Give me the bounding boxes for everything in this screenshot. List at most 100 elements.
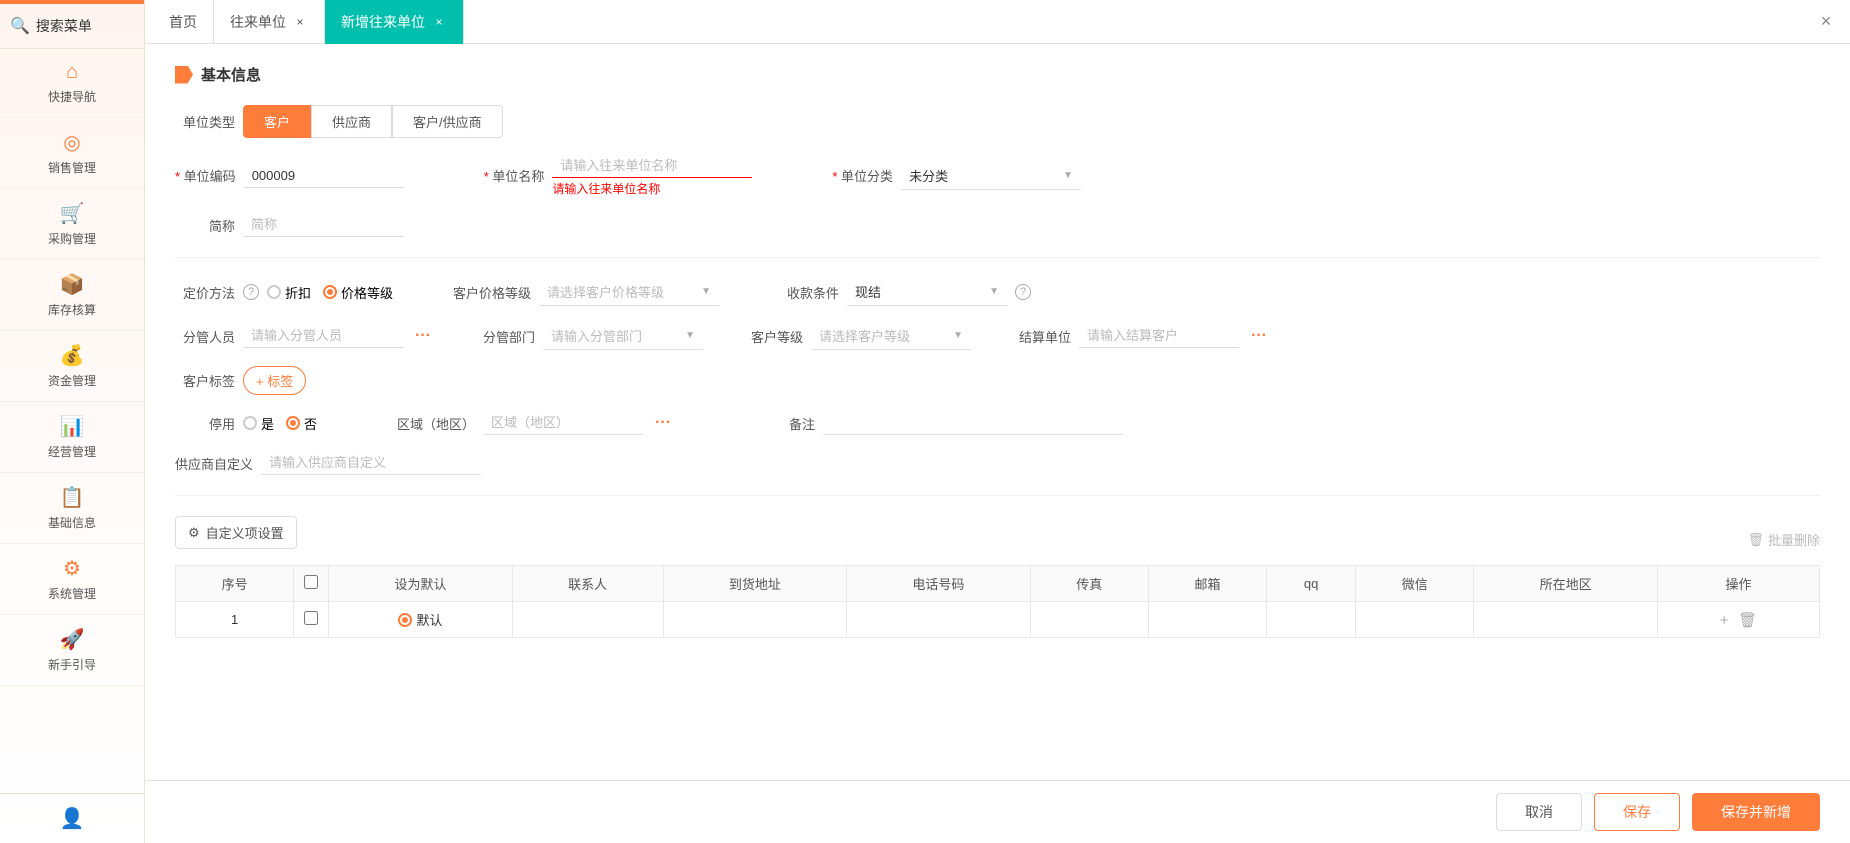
tab-contacts[interactable]: 往来单位 × — [214, 0, 325, 44]
radio-level[interactable]: 价格等级 — [323, 283, 393, 302]
col-contact: 联系人 — [512, 566, 663, 602]
delete-row-icon[interactable]: 🗑 — [1735, 612, 1760, 629]
unit-category-select[interactable]: 未分类 ▼ — [901, 162, 1081, 190]
unit-name-group: 单位名称 请输入往来单位名称 — [484, 154, 753, 197]
unit-name-input[interactable] — [552, 154, 752, 178]
type-btn-both[interactable]: 客户/供应商 — [392, 105, 503, 138]
sidebar-item-inventory[interactable]: 📦 库存核算 — [0, 260, 144, 331]
tab-home[interactable]: 首页 — [153, 0, 214, 44]
short-name-input[interactable] — [243, 213, 403, 237]
add-tag-button[interactable]: + 标签 — [243, 366, 306, 395]
chevron-down-icon5: ▼ — [953, 330, 963, 341]
unit-info-row: 单位编码 单位名称 请输入往来单位名称 单位分类 未分类 ▼ — [175, 154, 1820, 197]
department-select[interactable]: 请输入分管部门 ▼ — [543, 322, 703, 350]
tab-contacts-close[interactable]: × — [292, 14, 308, 30]
radio-level-label: 价格等级 — [341, 283, 393, 302]
customer-price-level-select[interactable]: 请选择客户价格等级 ▼ — [539, 278, 719, 306]
unit-code-input[interactable] — [244, 164, 404, 188]
row-actions: + 🗑 — [1657, 602, 1819, 638]
remarks-group: 备注 — [755, 411, 1123, 435]
radio-yes-circle — [243, 416, 257, 430]
radio-no-label: 否 — [304, 414, 317, 433]
col-index: 序号 — [176, 566, 294, 602]
row-email — [1148, 602, 1266, 638]
save-button[interactable]: 保存 — [1594, 793, 1680, 831]
system-icon: ⚙ — [63, 556, 81, 581]
window-close-button[interactable]: × — [1810, 6, 1842, 38]
sidebar-bottom[interactable]: 👤 — [0, 793, 144, 843]
custom-settings-button[interactable]: ⚙ 自定义项设置 — [175, 516, 297, 549]
finance-icon: 💰 — [60, 343, 85, 368]
row-default-radio[interactable]: 默认 — [339, 610, 502, 629]
settlement-unit-input[interactable] — [1079, 324, 1239, 348]
chevron-down-icon2: ▼ — [701, 286, 711, 297]
radio-no[interactable]: 否 — [286, 414, 317, 433]
settlement-more-btn[interactable]: ··· — [1247, 327, 1271, 345]
save-new-button[interactable]: 保存并新增 — [1692, 793, 1820, 831]
unit-category-value: 未分类 — [909, 166, 1059, 185]
manager-more-btn[interactable]: ··· — [411, 327, 435, 345]
select-all-checkbox[interactable] — [304, 575, 318, 589]
row-default: 默认 — [329, 602, 513, 638]
settlement-unit-group: 结算单位 ··· — [1011, 324, 1271, 348]
type-btn-customer[interactable]: 客户 — [243, 105, 311, 138]
cancel-button[interactable]: 取消 — [1496, 793, 1582, 831]
col-qq: qq — [1267, 566, 1356, 602]
section-title-text: 基本信息 — [201, 64, 261, 85]
manager-label: 分管人员 — [175, 327, 235, 346]
department-label: 分管部门 — [475, 327, 535, 346]
customer-price-level-label: 客户价格等级 — [453, 283, 531, 302]
short-name-label: 简称 — [175, 216, 235, 235]
remarks-input[interactable] — [823, 411, 1123, 435]
pricing-help-icon[interactable]: ? — [243, 284, 259, 300]
radio-yes[interactable]: 是 — [243, 414, 274, 433]
sidebar-item-sales[interactable]: ◎ 销售管理 — [0, 118, 144, 189]
sidebar-item-finance[interactable]: 💰 资金管理 — [0, 331, 144, 402]
contact-table: 序号 设为默认 联系人 到货地址 电话号码 传真 邮箱 qq 微信 所在地区 操… — [175, 565, 1820, 638]
manager-input[interactable] — [243, 324, 403, 348]
sales-icon: ◎ — [63, 130, 80, 155]
sidebar-search[interactable]: 🔍 搜索菜单 — [0, 4, 144, 49]
customer-level-select[interactable]: 请选择客户等级 ▼ — [811, 322, 971, 350]
row-checkbox-1[interactable] — [304, 611, 318, 625]
unit-type-row: 单位类型 客户 供应商 客户/供应商 — [175, 105, 1820, 138]
unit-name-input-group: 请输入往来单位名称 — [552, 154, 752, 197]
sidebar-item-quick-nav[interactable]: ⌂ 快捷导航 — [0, 49, 144, 118]
tab-new-contact-close[interactable]: × — [431, 14, 447, 30]
manager-group: 分管人员 ··· — [175, 324, 435, 348]
tag-label: 客户标签 — [175, 371, 235, 390]
batch-delete-button[interactable]: 🗑 批量删除 — [1747, 530, 1820, 549]
type-btn-supplier[interactable]: 供应商 — [311, 105, 392, 138]
row-address — [663, 602, 847, 638]
search-icon: 🔍 — [10, 16, 30, 36]
sidebar-item-beginner[interactable]: 🚀 新手引导 — [0, 615, 144, 686]
col-default: 设为默认 — [329, 566, 513, 602]
disabled-label: 停用 — [175, 414, 235, 433]
col-email: 邮箱 — [1148, 566, 1266, 602]
region-input[interactable] — [483, 411, 643, 435]
unit-name-error: 请输入往来单位名称 — [552, 180, 752, 197]
supplier-custom-input[interactable] — [261, 451, 481, 475]
department-placeholder: 请输入分管部门 — [551, 326, 681, 345]
unit-code-label: 单位编码 — [175, 166, 236, 185]
sidebar-item-system[interactable]: ⚙ 系统管理 — [0, 544, 144, 615]
sidebar: 🔍 搜索菜单 ⌂ 快捷导航 ◎ 销售管理 🛒 采购管理 📦 库存核算 💰 资金管… — [0, 0, 145, 843]
sidebar-item-label: 销售管理 — [48, 159, 96, 176]
row-fax — [1030, 602, 1148, 638]
add-row-icon[interactable]: + — [1717, 612, 1732, 629]
sidebar-item-label: 采购管理 — [48, 230, 96, 247]
row-wechat — [1356, 602, 1474, 638]
sidebar-item-basic-info[interactable]: 📋 基础信息 — [0, 473, 144, 544]
payment-terms-select[interactable]: 现结 ▼ — [847, 278, 1007, 306]
region-more-btn[interactable]: ··· — [651, 414, 675, 432]
sidebar-item-purchase[interactable]: 🛒 采购管理 — [0, 189, 144, 260]
sidebar-item-operations[interactable]: 📊 经营管理 — [0, 402, 144, 473]
radio-discount[interactable]: 折扣 — [267, 283, 311, 302]
tab-new-contact[interactable]: 新增往来单位 × — [325, 0, 464, 44]
radio-discount-label: 折扣 — [285, 283, 311, 302]
supplier-custom-group: 供应商自定义 — [175, 451, 481, 475]
default-label: 默认 — [416, 610, 442, 629]
payment-help-icon[interactable]: ? — [1015, 284, 1031, 300]
tab-contacts-label: 往来单位 — [230, 12, 286, 32]
custom-settings-label: 自定义项设置 — [206, 523, 284, 542]
